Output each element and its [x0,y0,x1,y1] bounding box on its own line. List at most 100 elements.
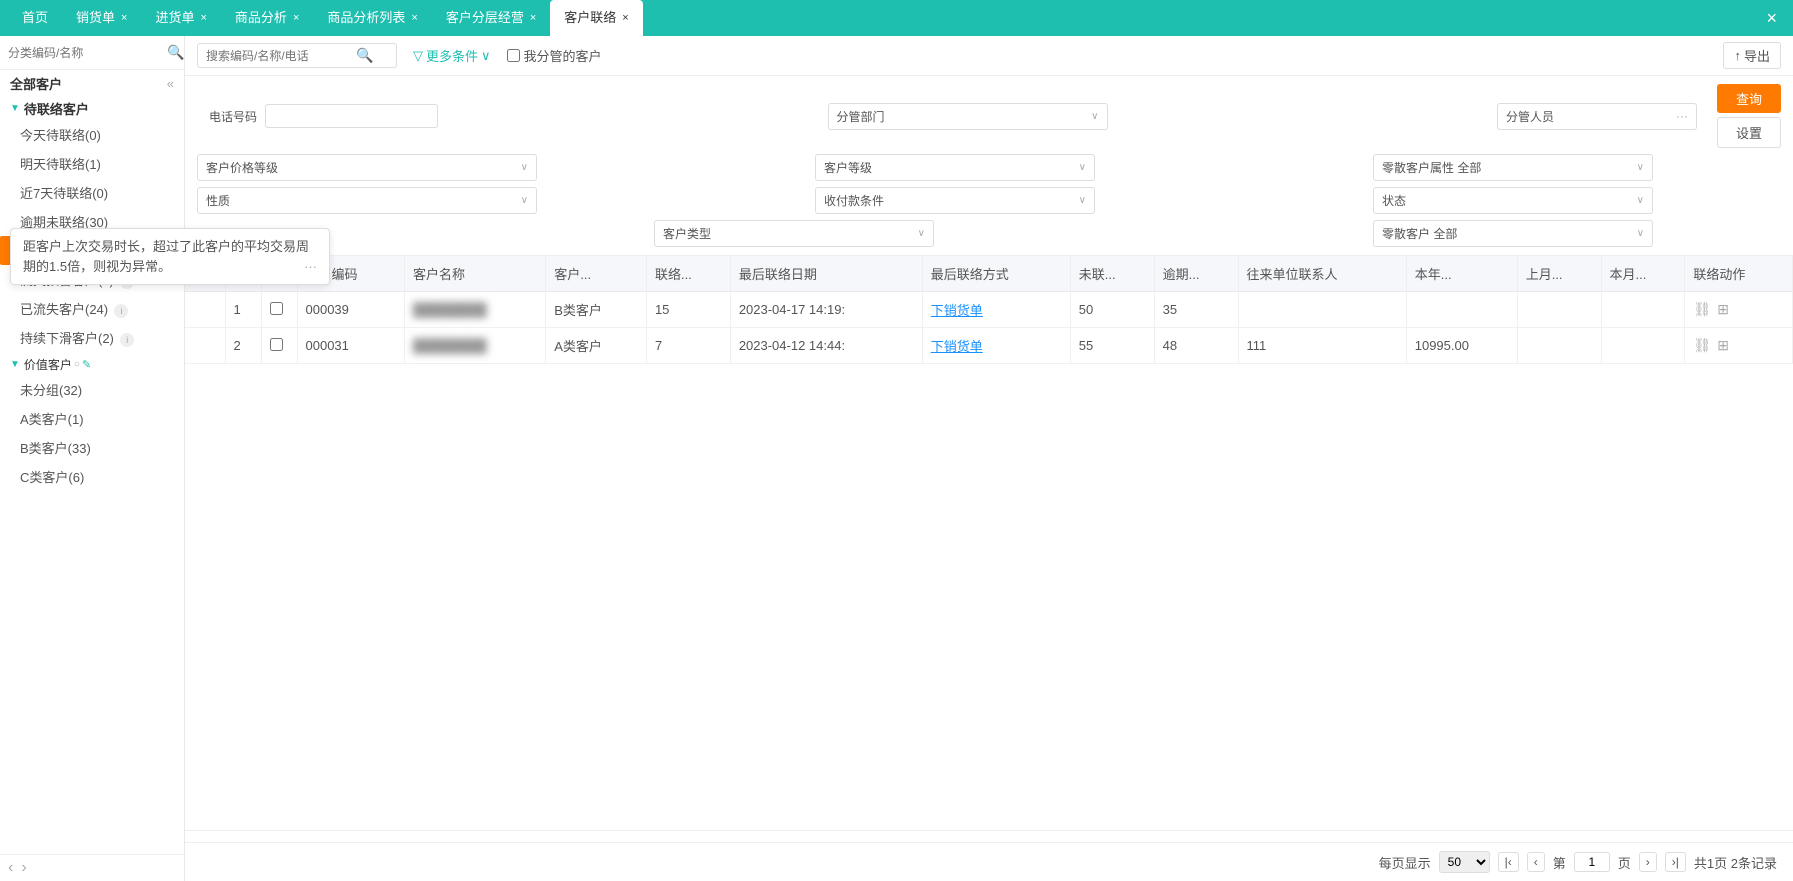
col-last-month[interactable]: 上月... [1517,256,1601,292]
row-select-0[interactable] [270,302,283,315]
page-number-input[interactable] [1574,852,1610,872]
nav-sales-close[interactable]: × [121,0,127,36]
search-input[interactable] [206,49,356,63]
last-page-button[interactable]: ›| [1665,852,1686,872]
row-select-1[interactable] [270,338,283,351]
query-button[interactable]: 查询 [1717,84,1781,113]
row-last-method-0[interactable]: 下销货单 [922,292,1070,328]
row-contact-person-1: 111 [1238,328,1406,364]
per-page-label: 每页显示 [1379,853,1431,872]
sidebar-scroll-left[interactable]: ‹ [8,859,13,877]
first-page-button[interactable]: |‹ [1498,852,1519,872]
nature-dropdown[interactable]: 性质 ∨ [197,187,537,214]
nav-product-analysis-close[interactable]: × [293,0,299,36]
sidebar-lost[interactable]: 已流失客户(24) i [0,294,184,323]
sidebar-value-b[interactable]: B类客户(33) [0,433,184,462]
nav-purchase-close[interactable]: × [200,0,206,36]
row-last-date-1: 2023-04-12 14:44: [730,328,922,364]
nav-sales[interactable]: 销货单 × [62,0,141,36]
my-customers-checkbox[interactable] [507,49,520,62]
customer-type-dropdown[interactable]: 客户类型 ∨ [654,220,934,247]
window-close-button[interactable]: × [1758,8,1785,29]
search-icon[interactable]: 🔍 [356,47,373,64]
next-page-button[interactable]: › [1639,852,1657,872]
col-level[interactable]: 客户... [546,256,647,292]
sidebar-search-icon[interactable]: 🔍 [167,44,184,61]
sidebar-scroll-right[interactable]: › [21,859,26,877]
tooltip-more[interactable]: ··· [304,257,317,277]
main-layout: 🔍 全部客户 « ▼ 待联络客户 今天待联络(0) 明天待联络(1) 近7天待联… [0,36,1793,881]
more-conditions-button[interactable]: ▽ 更多条件 ∨ [405,43,499,68]
horizontal-scroll[interactable] [185,830,1793,842]
total-pages-label: 页 [1618,853,1631,872]
per-page-select[interactable]: 50 100 200 [1439,851,1490,873]
sidebar-week-pending[interactable]: 近7天待联络(0) [0,178,184,207]
row-this-year-1: 10995.00 [1406,328,1517,364]
sidebar-all-customers-header[interactable]: 全部客户 « [0,70,184,95]
export-icon: ↑ [1734,48,1741,63]
sidebar-value-a[interactable]: A类客户(1) [0,404,184,433]
col-uncontacted[interactable]: 未联... [1070,256,1154,292]
row-code-0: 000039 [297,292,404,328]
sidebar-value-group[interactable]: ▼ 价值客户 ○ ✎ [0,352,184,375]
col-action: 联络动作 [1685,256,1793,292]
sidebar-down-trend[interactable]: 持续下滑客户(2) i [0,323,184,352]
edit-icon[interactable]: ✎ [82,358,91,371]
tooltip-box: 距客户上次交易时长，超过了此客户的平均交易周期的1.5倍，则视为异常。 ··· [10,228,330,285]
sidebar-today-pending[interactable]: 今天待联络(0) [0,120,184,149]
nav-product-list[interactable]: 商品分析列表 × [313,0,431,36]
col-name[interactable]: 客户名称 [404,256,545,292]
col-this-year[interactable]: 本年... [1406,256,1517,292]
my-customers-filter[interactable]: 我分管的客户 [507,46,602,65]
nav-customer-segment-close[interactable]: × [530,0,536,36]
row-checkbox-0[interactable] [261,292,297,328]
person-dropdown[interactable]: 分管人员 ··· [1497,103,1697,130]
setting-button[interactable]: 设置 [1717,117,1781,148]
row-action-1: ⛓ ⊞ [1685,328,1793,364]
row-last-date-0: 2023-04-17 14:19: [730,292,922,328]
col-last-contact-method[interactable]: 最后联络方式 [922,256,1070,292]
row-action-0: ⛓ ⊞ [1685,292,1793,328]
nav-customer-contact-close[interactable]: × [622,0,628,36]
retail-customer-dropdown[interactable]: 零散客户 全部 ∨ [1373,220,1653,247]
row-checkbox-1[interactable] [261,328,297,364]
sidebar-value-ungroup[interactable]: 未分组(32) [0,375,184,404]
circle-icon: ○ [74,359,80,370]
nav-customer-contact[interactable]: 客户联络 × [550,0,642,36]
row-last-method-1[interactable]: 下销货单 [922,328,1070,364]
export-button[interactable]: ↑ 导出 [1723,42,1781,69]
nav-home[interactable]: 首页 [8,0,62,36]
col-last-contact-date[interactable]: 最后联络日期 [730,256,922,292]
sidebar-collapse-icon[interactable]: « [167,76,174,91]
sidebar-tomorrow-pending[interactable]: 明天待联络(1) [0,149,184,178]
sidebar-search-input[interactable] [8,46,163,60]
action-grid-icon-0[interactable]: ⊞ [1717,301,1729,318]
col-contact[interactable]: 联络... [646,256,730,292]
customer-level-dropdown[interactable]: 客户等级 ∨ [815,154,1095,181]
col-overdue[interactable]: 逾期... [1154,256,1238,292]
status-dropdown[interactable]: 状态 ∨ [1373,187,1653,214]
price-level-dropdown[interactable]: 客户价格等级 ∨ [197,154,537,181]
sidebar-value-c[interactable]: C类客户(6) [0,462,184,491]
prev-page-button[interactable]: ‹ [1527,852,1545,872]
col-contact-person[interactable]: 往来单位联系人 [1238,256,1406,292]
nav-purchase[interactable]: 进货单 × [141,0,220,36]
table-container: ⚙ # 客户编码 客户名称 客户... [185,256,1793,830]
row-settings-1 [185,328,225,364]
action-link-icon-0[interactable]: ⛓ [1693,301,1711,318]
nav-product-list-close[interactable]: × [411,0,417,36]
phone-input[interactable] [265,104,438,128]
pagination: 每页显示 50 100 200 |‹ ‹ 第 页 › ›| 共1页 2条记录 [185,842,1793,881]
table-header-row: ⚙ # 客户编码 客户名称 客户... [185,256,1793,292]
nav-customer-segment[interactable]: 客户分层经营 × [432,0,550,36]
action-link-icon-1[interactable]: ⛓ [1693,337,1711,354]
nav-product-analysis[interactable]: 商品分析 × [221,0,313,36]
price-level-chevron: ∨ [521,162,528,173]
col-this-month[interactable]: 本月... [1601,256,1685,292]
sidebar-pending-group[interactable]: ▼ 待联络客户 [0,95,184,120]
person-dots: ··· [1676,109,1688,123]
action-grid-icon-1[interactable]: ⊞ [1717,337,1729,354]
payment-terms-dropdown[interactable]: 收付款条件 ∨ [815,187,1095,214]
retail-attr-dropdown[interactable]: 零散客户属性 全部 ∨ [1373,154,1653,181]
dept-dropdown[interactable]: 分管部门 ∨ [828,103,1108,130]
